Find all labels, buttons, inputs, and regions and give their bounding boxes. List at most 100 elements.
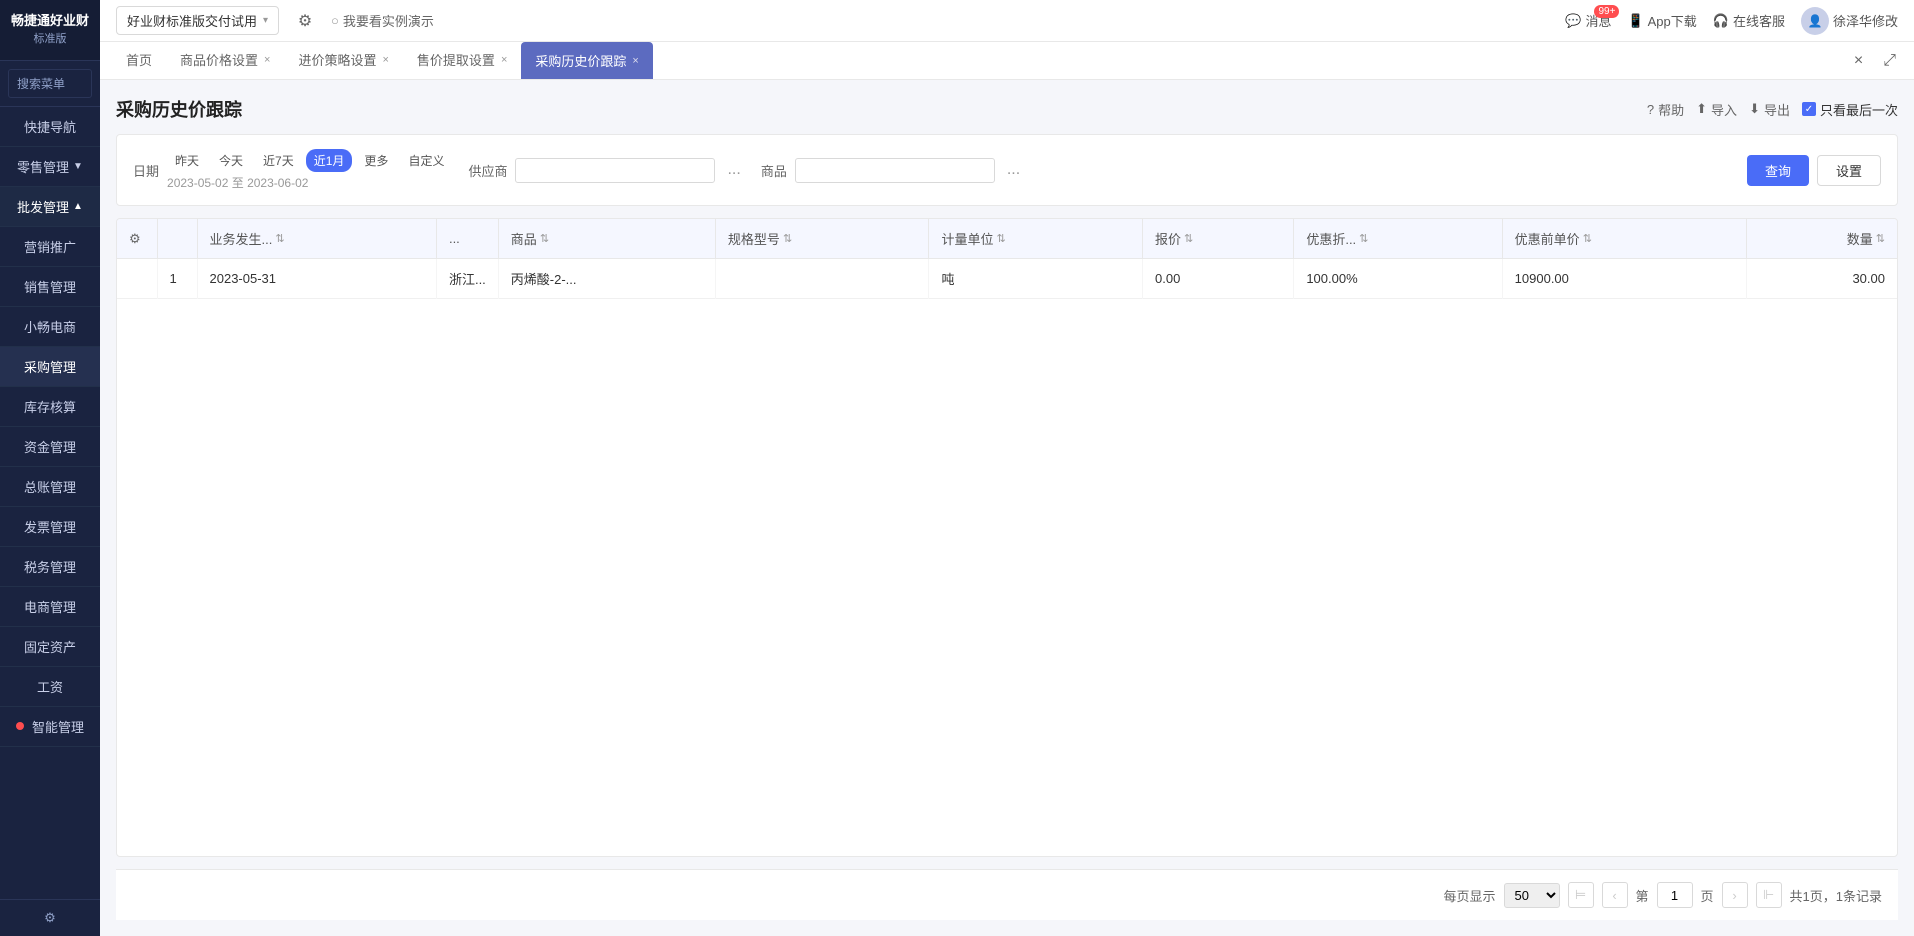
supplier-more-icon[interactable]: ... — [723, 161, 744, 179]
pagination-page-prefix: 第 — [1636, 886, 1649, 905]
per-page-select[interactable]: 10 20 50 100 — [1504, 883, 1560, 908]
col-qty-label: 数量 — [1847, 229, 1873, 248]
sidebar-item-finance[interactable]: 资金管理 — [0, 427, 100, 467]
marketing-label: 营销推广 — [24, 237, 76, 256]
logo-sub: 标准版 — [8, 32, 92, 47]
date-filter-label: 日期 — [133, 161, 159, 180]
app-download-button[interactable]: 📱 App下载 — [1627, 11, 1696, 30]
tab-purchase-strategy-close-icon[interactable]: × — [382, 54, 388, 66]
col-goods[interactable]: 商品 ⇅ — [498, 219, 715, 259]
sidebar-logo[interactable]: 畅捷通好业财 标准版 — [0, 0, 100, 61]
sidebar: 畅捷通好业财 标准版 搜索菜单 快捷导航 零售管理 ▼ 批发管理 ▲ 营销推广 … — [0, 0, 100, 936]
supplier-input[interactable] — [515, 158, 715, 183]
settings-button[interactable]: 设置 — [1817, 155, 1881, 186]
row-date-cell: 2023-05-31 — [197, 259, 436, 299]
date-btn-7days[interactable]: 近7天 — [255, 149, 302, 172]
col-pre-discount-price-sort-icon: ⇅ — [1583, 232, 1592, 245]
salary-label: 工资 — [37, 677, 63, 696]
col-pre-discount-price[interactable]: 优惠前单价 ⇅ — [1502, 219, 1747, 259]
sidebar-item-ecommerce[interactable]: 电商管理 — [0, 587, 100, 627]
sidebar-item-salary[interactable]: 工资 — [0, 667, 100, 707]
tab-home-label: 首页 — [126, 50, 152, 69]
pagination-prev-button[interactable]: ‹ — [1602, 882, 1628, 908]
tab-home[interactable]: 首页 — [112, 42, 166, 79]
date-btn-1month[interactable]: 近1月 — [306, 149, 353, 172]
sidebar-item-ecommerce-small[interactable]: 小畅电商 — [0, 307, 100, 347]
date-btn-today[interactable]: 今天 — [211, 149, 251, 172]
sidebar-item-inventory[interactable]: 库存核算 — [0, 387, 100, 427]
goods-filter-label: 商品 — [761, 161, 787, 180]
row-spec-cell — [715, 259, 929, 299]
sales-label: 销售管理 — [24, 277, 76, 296]
col-unit[interactable]: 计量单位 ⇅ — [929, 219, 1143, 259]
col-more[interactable]: ... — [436, 219, 498, 259]
col-quote[interactable]: 报价 ⇅ — [1143, 219, 1294, 259]
goods-input[interactable] — [795, 158, 995, 183]
col-spec-sort-icon: ⇅ — [783, 232, 792, 245]
pagination-next-button[interactable]: › — [1722, 882, 1748, 908]
sidebar-item-quick-nav[interactable]: 快捷导航 — [0, 107, 100, 147]
smart-dot-icon — [16, 722, 24, 730]
page-actions: ? 帮助 ⬆ 导入 ⬇ 导出 ✓ 只看最后一次 — [1647, 100, 1898, 119]
data-table: ⚙ 业务发生... ⇅ ... — [117, 219, 1897, 299]
help-link[interactable]: ? 帮助 — [1647, 100, 1684, 119]
tab-history-price-label: 采购历史价跟踪 — [535, 51, 626, 70]
tab-price-settings[interactable]: 商品价格设置 × — [166, 42, 284, 79]
wholesale-arrow: ▲ — [73, 201, 83, 212]
only-latest-checkbox[interactable]: ✓ — [1802, 102, 1816, 116]
search-menu-button[interactable]: 搜索菜单 — [8, 69, 92, 98]
sidebar-item-retail[interactable]: 零售管理 ▼ — [0, 147, 100, 187]
row-unit-cell: 吨 — [929, 259, 1143, 299]
col-spec[interactable]: 规格型号 ⇅ — [715, 219, 929, 259]
sidebar-item-invoice[interactable]: 发票管理 — [0, 507, 100, 547]
pagination-page-input[interactable] — [1657, 882, 1693, 908]
import-link[interactable]: ⬆ 导入 — [1696, 100, 1737, 119]
only-latest-checkbox-label[interactable]: ✓ 只看最后一次 — [1802, 100, 1898, 119]
tabs-expand-button[interactable]: ⤢ — [1877, 50, 1902, 72]
topbar-setting-button[interactable]: ⚙ — [291, 7, 319, 35]
col-gear[interactable]: ⚙ — [117, 219, 157, 259]
tab-history-price-close-icon[interactable]: × — [632, 55, 638, 67]
table-gear-icon[interactable]: ⚙ — [129, 231, 141, 246]
version-selector[interactable]: 好业财标准版交付试用 ▾ — [116, 6, 279, 35]
col-spec-label: 规格型号 — [728, 229, 780, 248]
row-quote-cell: 0.00 — [1143, 259, 1294, 299]
query-button[interactable]: 查询 — [1747, 155, 1809, 186]
sidebar-item-tax[interactable]: 税务管理 — [0, 547, 100, 587]
col-date[interactable]: 业务发生... ⇅ — [197, 219, 436, 259]
demo-text: 我要看实例演示 — [343, 11, 434, 30]
help-label: 帮助 — [1658, 100, 1684, 119]
date-btn-yesterday[interactable]: 昨天 — [167, 149, 207, 172]
col-qty[interactable]: 数量 ⇅ — [1747, 219, 1897, 259]
col-discount[interactable]: 优惠折... ⇅ — [1294, 219, 1502, 259]
date-btn-more[interactable]: 更多 — [356, 149, 396, 172]
sidebar-item-accounting[interactable]: 总账管理 — [0, 467, 100, 507]
online-service-button[interactable]: 🎧 在线客服 — [1713, 11, 1785, 30]
date-btn-custom[interactable]: 自定义 — [400, 149, 452, 172]
sidebar-item-assets[interactable]: 固定资产 — [0, 627, 100, 667]
sidebar-item-purchase[interactable]: 采购管理 — [0, 347, 100, 387]
sidebar-item-wholesale[interactable]: 批发管理 ▲ — [0, 187, 100, 227]
user-label: 徐泽华修改 — [1833, 11, 1898, 30]
tab-purchase-strategy[interactable]: 进价策略设置 × — [284, 42, 402, 79]
sidebar-item-marketing[interactable]: 营销推广 — [0, 227, 100, 267]
goods-more-icon[interactable]: ... — [1003, 161, 1024, 179]
pagination-page-suffix: 页 — [1701, 886, 1714, 905]
export-link[interactable]: ⬇ 导出 — [1749, 100, 1790, 119]
tabs-close-button[interactable]: × — [1848, 50, 1869, 72]
app-download-label: App下载 — [1648, 11, 1697, 30]
sidebar-settings-button[interactable]: ⚙ — [0, 899, 100, 936]
tab-sale-price-close-icon[interactable]: × — [501, 54, 507, 66]
user-button[interactable]: 👤 徐泽华修改 — [1801, 7, 1898, 35]
tab-price-settings-close-icon[interactable]: × — [264, 54, 270, 66]
tab-sale-price[interactable]: 售价提取设置 × — [403, 42, 521, 79]
messages-button[interactable]: 💬 消息 99+ — [1565, 11, 1611, 30]
tab-history-price[interactable]: 采购历史价跟踪 × — [521, 42, 652, 79]
sidebar-item-smart[interactable]: 智能管理 — [0, 707, 100, 747]
pagination-last-button[interactable]: ⊩ — [1756, 882, 1782, 908]
sidebar-item-sales[interactable]: 销售管理 — [0, 267, 100, 307]
message-icon: 💬 — [1565, 13, 1581, 29]
pagination-first-button[interactable]: ⊨ — [1568, 882, 1594, 908]
demo-button[interactable]: ○ 我要看实例演示 — [331, 11, 434, 30]
messages-badge: 99+ — [1594, 5, 1619, 18]
